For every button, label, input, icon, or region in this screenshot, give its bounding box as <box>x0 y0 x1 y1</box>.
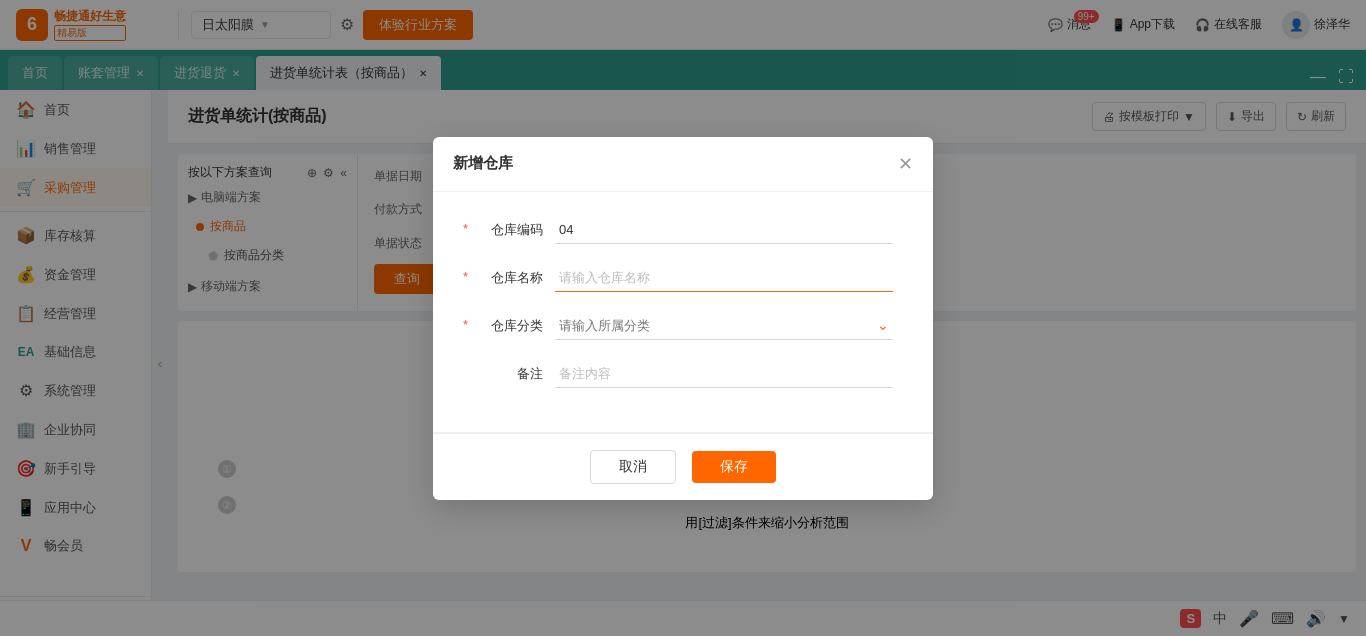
modal-header: 新增仓库 ✕ <box>433 137 933 192</box>
modal-close-button[interactable]: ✕ <box>898 153 913 175</box>
cancel-button[interactable]: 取消 <box>590 450 676 484</box>
modal-title: 新增仓库 <box>453 154 513 173</box>
modal-body: 仓库编码 仓库名称 仓库分类 ⌄ 备注 <box>433 192 933 432</box>
form-row-category: 仓库分类 ⌄ <box>473 312 893 340</box>
code-label: 仓库编码 <box>473 221 543 239</box>
form-row-code: 仓库编码 <box>473 216 893 244</box>
category-arrow-icon: ⌄ <box>877 317 893 333</box>
category-select-row: ⌄ <box>555 312 893 340</box>
form-row-remark: 备注 <box>473 360 893 388</box>
remark-label: 备注 <box>473 365 543 383</box>
modal-footer: 取消 保存 <box>433 433 933 500</box>
remark-input[interactable] <box>555 360 893 388</box>
category-input[interactable] <box>555 312 877 339</box>
modal-overlay: 新增仓库 ✕ 仓库编码 仓库名称 仓库分类 ⌄ <box>0 0 1366 636</box>
name-label: 仓库名称 <box>473 269 543 287</box>
form-row-name: 仓库名称 <box>473 264 893 292</box>
category-label: 仓库分类 <box>473 317 543 335</box>
save-button[interactable]: 保存 <box>692 451 776 483</box>
modal-new-warehouse: 新增仓库 ✕ 仓库编码 仓库名称 仓库分类 ⌄ <box>433 137 933 500</box>
code-input[interactable] <box>555 216 893 244</box>
name-input[interactable] <box>555 264 893 292</box>
